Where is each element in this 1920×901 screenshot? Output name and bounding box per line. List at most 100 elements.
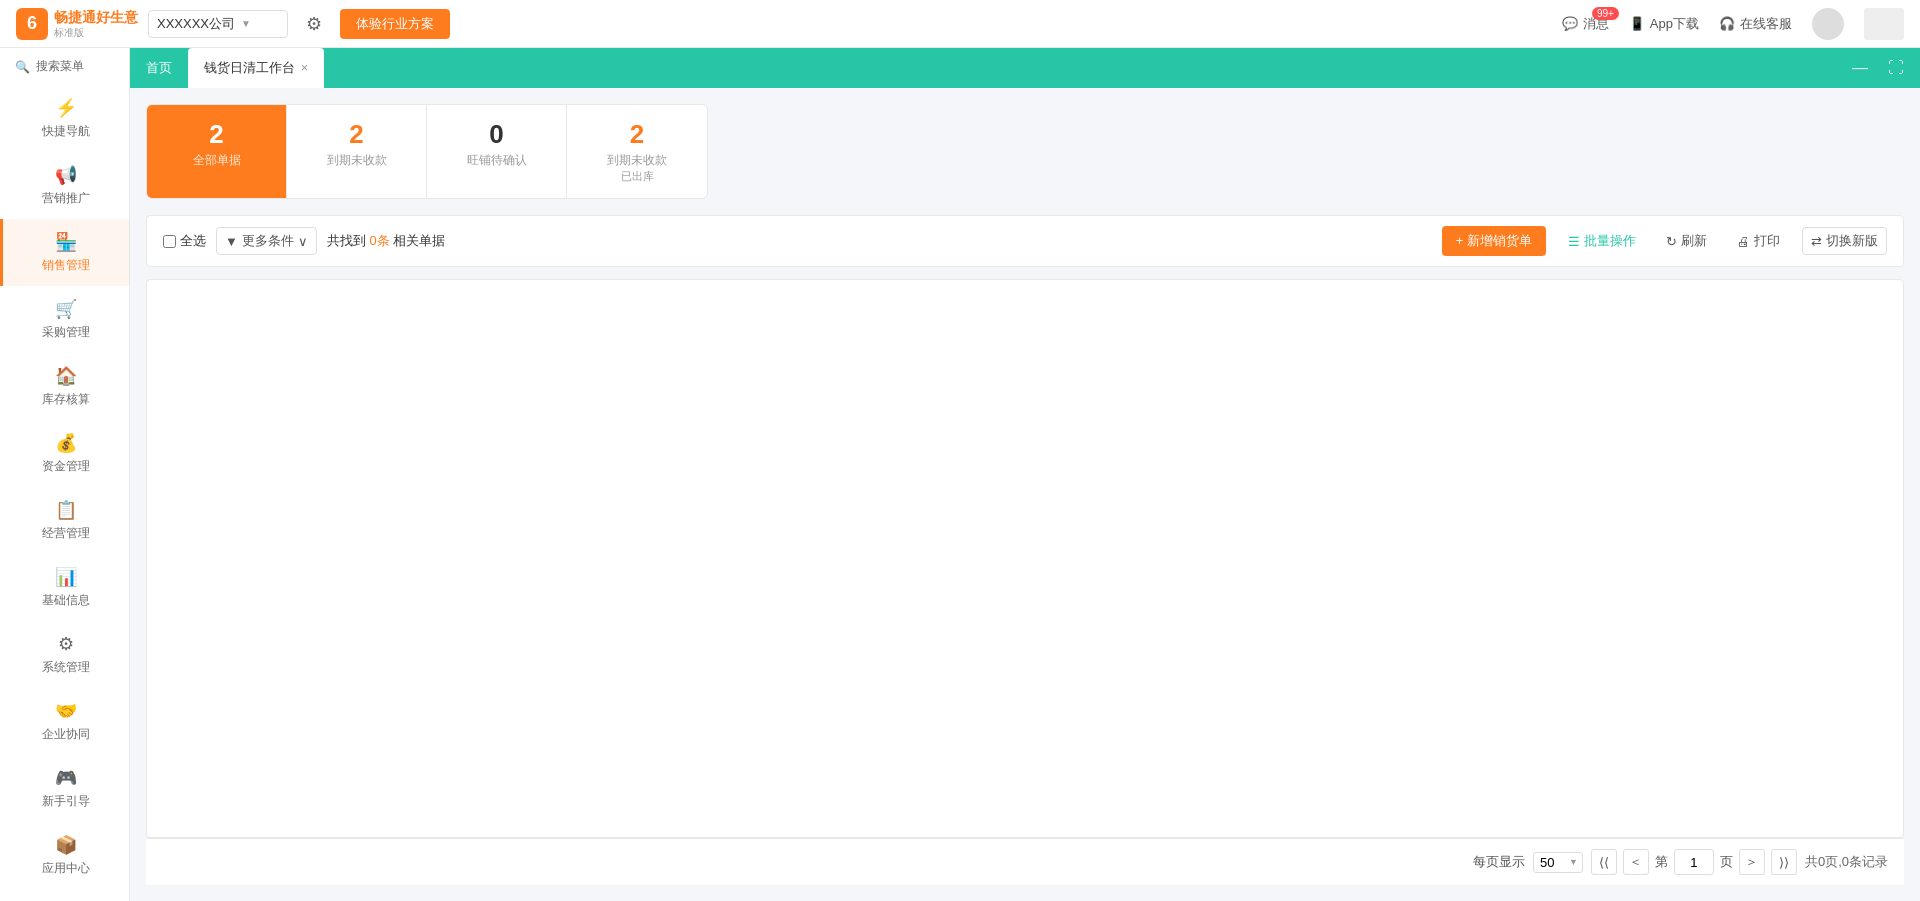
- stat-all[interactable]: 2 全部单据: [147, 105, 287, 198]
- sidebar-search[interactable]: 🔍 搜索菜单: [0, 48, 129, 85]
- next-page-button[interactable]: ＞: [1739, 849, 1765, 875]
- sidebar-item-system[interactable]: ⚙ 系统管理: [0, 621, 129, 688]
- print-button[interactable]: 🖨 打印: [1729, 228, 1788, 254]
- logo-area: 6 畅捷通好生意 标准版: [16, 8, 138, 40]
- experience-button[interactable]: 体验行业方案: [340, 9, 450, 39]
- sidebar-label-quick-nav: 快捷导航: [42, 123, 90, 140]
- sidebar-item-sales[interactable]: 🏪 销售管理: [0, 219, 129, 286]
- minimize-button[interactable]: —: [1846, 54, 1874, 82]
- stat-overdue-shipped-sublabel: 已出库: [597, 169, 677, 184]
- top-header: 6 畅捷通好生意 标准版 XXXXXX公司 ▼ ⚙ 体验行业方案 💬 消息 99…: [0, 0, 1920, 48]
- page-content: 2 全部单据 2 到期未收款 0 旺铺待确认 2 到期未收款 已出库: [130, 88, 1920, 901]
- tab-home[interactable]: 首页: [130, 48, 188, 88]
- batch-operation-button[interactable]: ☰ 批量操作: [1560, 228, 1644, 254]
- logo-main: 畅捷通好生意: [54, 8, 138, 26]
- marketing-icon: 📢: [55, 164, 77, 186]
- search-icon: 🔍: [15, 60, 30, 74]
- settings-button[interactable]: ⚙: [298, 8, 330, 40]
- cooperation-icon: 🤝: [55, 700, 77, 722]
- toolbar: 全选 ▼ 更多条件 ∨ 共找到 0条 相关单据 + 新增销货单 ☰: [146, 215, 1904, 267]
- switch-label: 切换新版: [1826, 232, 1878, 250]
- sidebar-item-operations[interactable]: 📋 经营管理: [0, 487, 129, 554]
- stat-overdue-shipped[interactable]: 2 到期未收款 已出库: [567, 105, 707, 198]
- refresh-button[interactable]: ↻ 刷新: [1658, 228, 1715, 254]
- refresh-icon: ↻: [1666, 234, 1677, 249]
- logo-icon: 6: [16, 8, 48, 40]
- stat-pending[interactable]: 0 旺铺待确认: [427, 105, 567, 198]
- sidebar-item-finance[interactable]: 💰 资金管理: [0, 420, 129, 487]
- sidebar-label-app-center: 应用中心: [42, 860, 90, 877]
- maximize-button[interactable]: ⛶: [1882, 54, 1910, 82]
- batch-label: 批量操作: [1584, 232, 1636, 250]
- sidebar-label-finance: 资金管理: [42, 458, 90, 475]
- toolbar-right: + 新增销货单 ☰ 批量操作 ↻ 刷新 🖨 打印 ⇄: [1442, 226, 1887, 256]
- app-icon: 📱: [1629, 16, 1645, 31]
- message-icon: 💬: [1562, 16, 1578, 31]
- filter-button[interactable]: ▼ 更多条件 ∨: [216, 227, 317, 255]
- print-label: 打印: [1754, 232, 1780, 250]
- sidebar-item-quick-nav[interactable]: ⚡ 快捷导航: [0, 85, 129, 152]
- purchase-icon: 🛒: [55, 298, 77, 320]
- sidebar-label-cooperation: 企业协同: [42, 726, 90, 743]
- online-support-button[interactable]: 🎧 在线客服: [1719, 15, 1792, 33]
- home-tab-label: 首页: [146, 59, 172, 77]
- sidebar-item-app-center[interactable]: 📦 应用中心: [0, 822, 129, 889]
- filter-label: 更多条件: [242, 232, 294, 250]
- page-input[interactable]: [1674, 849, 1714, 875]
- print-icon: 🖨: [1737, 234, 1750, 249]
- workspace-tab-label: 钱货日清工作台: [204, 59, 295, 77]
- sidebar-label-purchase: 采购管理: [42, 324, 90, 341]
- stat-overdue-shipped-number: 2: [597, 119, 677, 150]
- tab-close-icon[interactable]: ×: [301, 61, 308, 75]
- inventory-icon: 🏠: [55, 365, 77, 387]
- avatar[interactable]: [1812, 8, 1844, 40]
- select-all-label[interactable]: 全选: [163, 232, 206, 250]
- table-area: [146, 279, 1904, 838]
- tab-controls: — ⛶: [1836, 54, 1920, 82]
- content-area: 首页 钱货日清工作台 × — ⛶ 2 全部单据 2 到期: [130, 48, 1920, 901]
- sidebar-item-marketing[interactable]: 📢 营销推广: [0, 152, 129, 219]
- system-icon: ⚙: [58, 633, 74, 655]
- pagination: 每页显示 50 10 20 100 ⟨⟨ ＜ 第 页 ＞ ⟩⟩: [146, 838, 1904, 885]
- switch-version-button[interactable]: ⇄ 切换新版: [1802, 227, 1887, 255]
- per-page-select[interactable]: 50 10 20 100: [1533, 852, 1583, 873]
- first-page-button[interactable]: ⟨⟨: [1591, 849, 1617, 875]
- new-sale-button[interactable]: + 新增销货单: [1442, 226, 1546, 256]
- company-name: XXXXXX公司: [157, 15, 235, 33]
- sidebar-label-sales: 销售管理: [42, 257, 90, 274]
- select-all-text: 全选: [180, 232, 206, 250]
- company-selector[interactable]: XXXXXX公司 ▼: [148, 10, 288, 38]
- prev-page-button[interactable]: ＜: [1623, 849, 1649, 875]
- sidebar-item-basic-info[interactable]: 📊 基础信息: [0, 554, 129, 621]
- quick-nav-icon: ⚡: [55, 97, 77, 119]
- page-total: 共0页,0条记录: [1805, 853, 1888, 871]
- sidebar-label-operations: 经营管理: [42, 525, 90, 542]
- basic-info-icon: 📊: [55, 566, 77, 588]
- refresh-label: 刷新: [1681, 232, 1707, 250]
- header-left: 6 畅捷通好生意 标准版 XXXXXX公司 ▼ ⚙ 体验行业方案: [16, 8, 450, 40]
- last-page-button[interactable]: ⟩⟩: [1771, 849, 1797, 875]
- user-menu[interactable]: [1864, 8, 1904, 40]
- select-all-checkbox[interactable]: [163, 235, 176, 248]
- message-button[interactable]: 💬 消息 99+: [1562, 15, 1609, 33]
- tab-workspace[interactable]: 钱货日清工作台 ×: [188, 48, 324, 88]
- tab-bar: 首页 钱货日清工作台 × — ⛶: [130, 48, 1920, 88]
- per-page-select-wrapper[interactable]: 50 10 20 100: [1533, 852, 1583, 873]
- sidebar-item-inventory[interactable]: 🏠 库存核算: [0, 353, 129, 420]
- sidebar-label-inventory: 库存核算: [42, 391, 90, 408]
- app-download-button[interactable]: 📱 App下载: [1629, 15, 1699, 33]
- logo-sub: 标准版: [54, 26, 138, 39]
- sidebar-item-wechat[interactable]: 💬 企业微信: [0, 889, 129, 901]
- sidebar-item-purchase[interactable]: 🛒 采购管理: [0, 286, 129, 353]
- sidebar-item-guide[interactable]: 🎮 新手引导: [0, 755, 129, 822]
- stat-all-number: 2: [177, 119, 256, 150]
- stat-overdue[interactable]: 2 到期未收款: [287, 105, 427, 198]
- sidebar-label-basic-info: 基础信息: [42, 592, 90, 609]
- message-badge: 99+: [1592, 7, 1619, 20]
- app-download-label: App下载: [1650, 15, 1699, 33]
- filter-chevron: ∨: [298, 234, 308, 249]
- page-label: 第: [1655, 853, 1668, 871]
- sidebar-item-cooperation[interactable]: 🤝 企业协同: [0, 688, 129, 755]
- sidebar-label-system: 系统管理: [42, 659, 90, 676]
- batch-icon: ☰: [1568, 234, 1580, 249]
